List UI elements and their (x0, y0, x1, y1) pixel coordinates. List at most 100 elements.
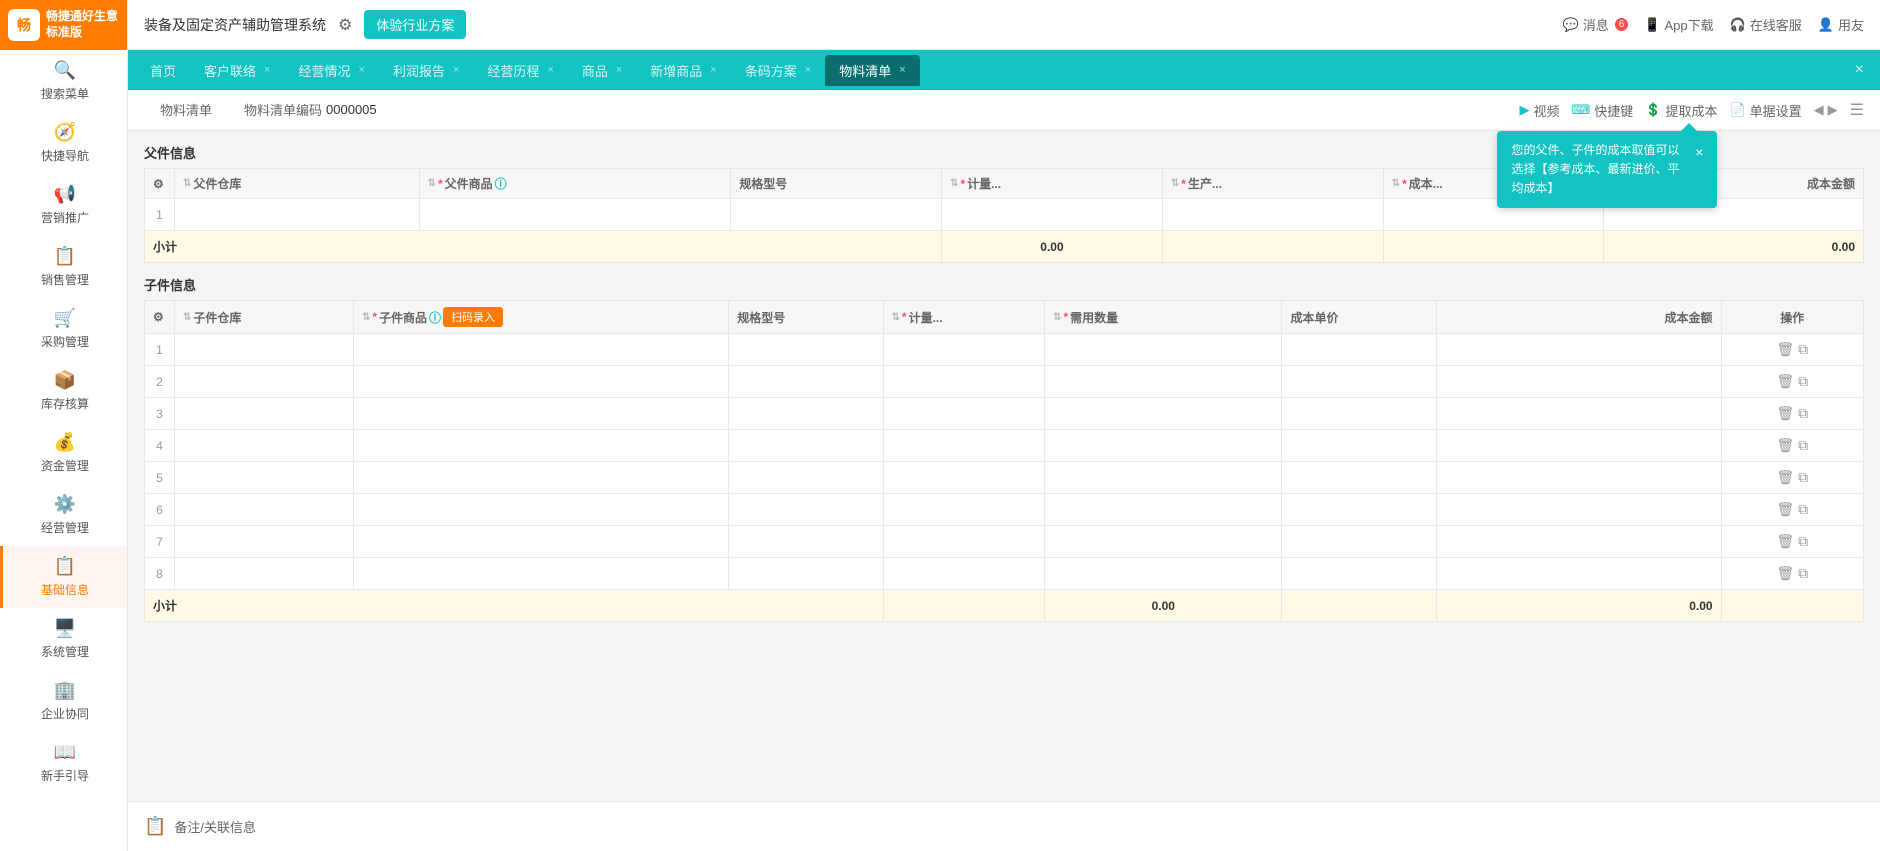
delete-icon-2[interactable]: 🗑 (1776, 373, 1794, 390)
sidebar-item-quick-nav[interactable]: 🧭 快捷导航 (0, 112, 127, 174)
sub-tab-bom-list[interactable]: 物料清单 (144, 92, 228, 129)
sidebar-item-sales[interactable]: 📋 销售管理 (0, 236, 127, 298)
child-unit-price-7[interactable] (1282, 526, 1436, 558)
child-warehouse-3[interactable] (175, 398, 354, 430)
prev-arrow[interactable]: ◀ (1814, 102, 1824, 118)
cost-btn[interactable]: 💲 提取成本 (1645, 101, 1717, 120)
sidebar-item-marketing[interactable]: 📢 营销推广 (0, 174, 127, 236)
child-unit-7[interactable] (883, 526, 1045, 558)
child-unit-1[interactable] (883, 334, 1045, 366)
child-warehouse-2[interactable] (175, 366, 354, 398)
child-spec-5[interactable] (729, 462, 883, 494)
child-goods-1[interactable] (353, 334, 728, 366)
child-spec-3[interactable] (729, 398, 883, 430)
tab-barcode[interactable]: 条码方案 × (731, 55, 825, 86)
tab-profit[interactable]: 利润报告 × (379, 55, 473, 86)
child-unit-3[interactable] (883, 398, 1045, 430)
sidebar-item-inventory[interactable]: 📦 库存核算 (0, 360, 127, 422)
child-goods-6[interactable] (353, 494, 728, 526)
child-spec-7[interactable] (729, 526, 883, 558)
child-quantity-2[interactable] (1045, 366, 1282, 398)
copy-icon-4[interactable]: ⧉ (1798, 437, 1808, 454)
scan-input-btn[interactable]: 扫码录入 (443, 307, 503, 327)
user-menu[interactable]: 👤 用友 (1818, 15, 1864, 34)
sidebar-item-guide[interactable]: 📖 新手引导 (0, 732, 127, 794)
child-warehouse-7[interactable] (175, 526, 354, 558)
tab-home[interactable]: 首页 (136, 55, 190, 86)
child-goods-5[interactable] (353, 462, 728, 494)
parent-unit-1[interactable] (942, 199, 1163, 231)
close-new-goods-tab[interactable]: × (710, 64, 716, 76)
child-quantity-7[interactable] (1045, 526, 1282, 558)
tooltip-close-btn[interactable]: × (1695, 141, 1703, 163)
sidebar-item-search[interactable]: 🔍 搜索菜单 (0, 50, 127, 112)
copy-icon-6[interactable]: ⧉ (1798, 501, 1808, 518)
shortcut-btn[interactable]: ⌨ 快捷键 (1571, 101, 1633, 120)
tab-bom[interactable]: 物料清单 × (825, 55, 919, 86)
child-quantity-5[interactable] (1045, 462, 1282, 494)
child-quantity-3[interactable] (1045, 398, 1282, 430)
message-btn[interactable]: 💬 消息 6 (1563, 15, 1629, 34)
tab-goods[interactable]: 商品 × (568, 55, 636, 86)
child-goods-3[interactable] (353, 398, 728, 430)
copy-icon-3[interactable]: ⧉ (1798, 405, 1808, 422)
copy-icon-7[interactable]: ⧉ (1798, 533, 1808, 550)
child-warehouse-6[interactable] (175, 494, 354, 526)
trial-btn[interactable]: 体验行业方案 (364, 10, 466, 39)
sidebar-item-enterprise[interactable]: 🏢 企业协同 (0, 670, 127, 732)
copy-icon-2[interactable]: ⧉ (1798, 373, 1808, 390)
next-arrow[interactable]: ▶ (1828, 102, 1838, 118)
child-unit-price-1[interactable] (1282, 334, 1436, 366)
close-customers-tab[interactable]: × (264, 64, 270, 76)
delete-icon-5[interactable]: 🗑 (1776, 469, 1794, 486)
tab-customers[interactable]: 客户联络 × (190, 55, 284, 86)
child-unit-2[interactable] (883, 366, 1045, 398)
tab-history[interactable]: 经营历程 × (473, 55, 567, 86)
close-goods-tab[interactable]: × (616, 64, 622, 76)
parent-warehouse-1[interactable] (175, 199, 420, 231)
parent-spec-1[interactable] (731, 199, 942, 231)
delete-icon-4[interactable]: 🗑 (1776, 437, 1794, 454)
settings-icon[interactable]: ⚙ (338, 15, 352, 35)
app-download-btn[interactable]: 📱 App下载 (1644, 15, 1713, 34)
child-warehouse-8[interactable] (175, 558, 354, 590)
close-history-tab[interactable]: × (547, 64, 553, 76)
child-goods-4[interactable] (353, 430, 728, 462)
child-unit-price-4[interactable] (1282, 430, 1436, 462)
tab-operations[interactable]: 经营情况 × (284, 55, 378, 86)
tab-new-goods[interactable]: 新增商品 × (636, 55, 730, 86)
single-settings-btn[interactable]: 📄 单据设置 (1729, 101, 1801, 120)
sidebar-item-purchase[interactable]: 🛒 采购管理 (0, 298, 127, 360)
child-warehouse-1[interactable] (175, 334, 354, 366)
th-parent-settings[interactable]: ⚙ (145, 169, 175, 199)
sidebar-item-finance[interactable]: 💰 资金管理 (0, 422, 127, 484)
expand-icon[interactable]: ☰ (1850, 100, 1864, 120)
child-spec-6[interactable] (729, 494, 883, 526)
child-unit-price-6[interactable] (1282, 494, 1436, 526)
child-unit-4[interactable] (883, 430, 1045, 462)
child-goods-8[interactable] (353, 558, 728, 590)
th-child-settings[interactable]: ⚙ (145, 301, 175, 334)
child-unit-6[interactable] (883, 494, 1045, 526)
video-btn[interactable]: ▶ 视频 (1519, 101, 1559, 120)
close-barcode-tab[interactable]: × (805, 64, 811, 76)
child-spec-8[interactable] (729, 558, 883, 590)
child-goods-7[interactable] (353, 526, 728, 558)
delete-icon-8[interactable]: 🗑 (1776, 565, 1794, 582)
child-unit-5[interactable] (883, 462, 1045, 494)
child-spec-1[interactable] (729, 334, 883, 366)
close-profit-tab[interactable]: × (453, 64, 459, 76)
online-service-btn[interactable]: 🎧 在线客服 (1730, 15, 1802, 34)
child-quantity-1[interactable] (1045, 334, 1282, 366)
child-unit-8[interactable] (883, 558, 1045, 590)
copy-icon-8[interactable]: ⧉ (1798, 565, 1808, 582)
child-quantity-6[interactable] (1045, 494, 1282, 526)
child-spec-2[interactable] (729, 366, 883, 398)
close-operations-tab[interactable]: × (358, 64, 364, 76)
child-spec-4[interactable] (729, 430, 883, 462)
copy-icon-5[interactable]: ⧉ (1798, 469, 1808, 486)
child-quantity-4[interactable] (1045, 430, 1282, 462)
child-unit-price-8[interactable] (1282, 558, 1436, 590)
delete-icon-3[interactable]: 🗑 (1776, 405, 1794, 422)
sidebar-item-system[interactable]: 🖥️ 系统管理 (0, 608, 127, 670)
